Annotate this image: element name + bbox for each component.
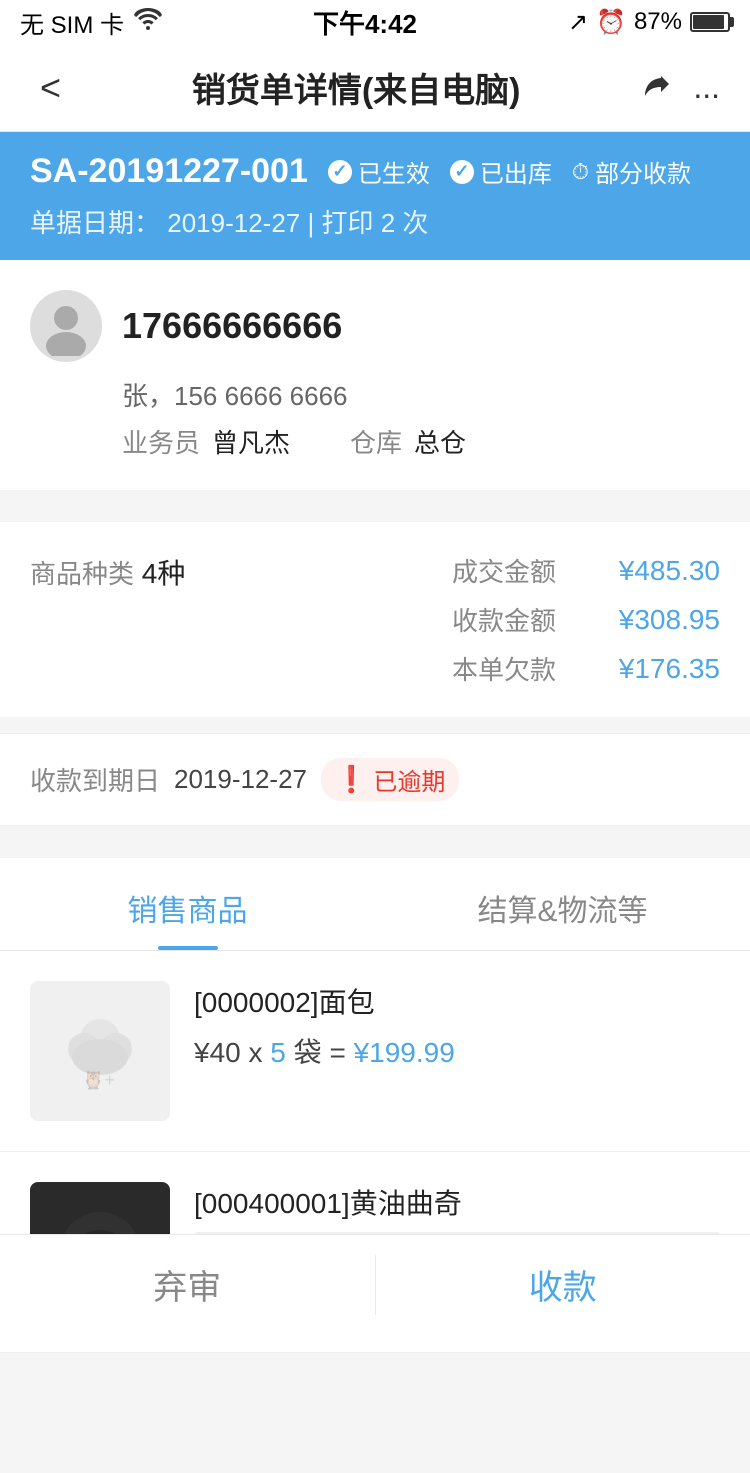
svg-text:🦉+: 🦉+ <box>82 1070 115 1090</box>
separator: | <box>307 208 321 238</box>
status-shipped-label: 已出库 <box>480 154 552 189</box>
staff-label: 业务员 <box>122 423 200 460</box>
page-title: 销货单详情(来自电脑) <box>192 63 521 112</box>
transaction-row: 成交金额 ¥485.30 <box>452 552 720 589</box>
total-1: ¥199.99 <box>354 1037 455 1068</box>
more-button[interactable]: ... <box>693 69 720 106</box>
carrier-text: 无 SIM 卡 <box>20 5 124 40</box>
tab-settlement-label: 结算&物流等 <box>477 895 647 928</box>
summary-category-label: 商品种类 4种 <box>30 552 185 592</box>
summary-right: 成交金额 ¥485.30 收款金额 ¥308.95 本单欠款 ¥176.35 <box>452 552 720 687</box>
banner-date-row: 单据日期： 2019-12-27 | 打印 2 次 <box>30 203 720 240</box>
status-time: 下午4:42 <box>313 4 417 41</box>
product-price-1: ¥40 x 5 袋 = ¥199.99 <box>194 1031 720 1071</box>
status-partial: ⏱ 部分收款 <box>572 154 691 189</box>
status-partial-label: 部分收款 <box>595 154 691 189</box>
summary-left: 商品种类 4种 <box>30 552 185 687</box>
product-name-1: [0000002]面包 <box>194 981 720 1021</box>
print-info: 打印 2 次 <box>321 208 428 238</box>
category-label: 商品种类 <box>30 559 134 589</box>
product-info-1: [0000002]面包 ¥40 x 5 袋 = ¥199.99 <box>194 981 720 1071</box>
abandon-review-button[interactable]: 弃审 <box>0 1240 375 1329</box>
status-right: ↗ ⏰ 87% <box>568 8 730 37</box>
overdue-text: 已逾期 <box>373 762 445 797</box>
banner-status-row: SA-20191227-001 ✓ 已生效 ✓ 已出库 ⏱ 部分收款 <box>30 152 720 191</box>
product-name-2: [000400001]黄油曲奇 <box>194 1182 720 1222</box>
battery-percent: 87% <box>634 8 682 36</box>
due-date-value: 2019-12-27 <box>174 764 307 795</box>
date-label: 单据日期： <box>30 208 160 238</box>
warehouse-label: 仓库 <box>350 423 402 460</box>
status-shipped: ✓ 已出库 <box>450 154 552 189</box>
order-date: 2019-12-27 <box>167 208 300 238</box>
customer-row: 17666666666 <box>30 290 720 362</box>
transaction-label: 成交金额 <box>452 552 556 589</box>
product-item-1: 🦉+ [0000002]面包 ¥40 x 5 袋 = ¥199.99 <box>0 951 750 1152</box>
order-banner: SA-20191227-001 ✓ 已生效 ✓ 已出库 ⏱ 部分收款 单据日期：… <box>0 132 750 260</box>
status-effective-label: 已生效 <box>358 154 430 189</box>
staff-item: 业务员 曾凡杰 <box>122 423 290 460</box>
check-icon-1: ✓ <box>328 160 352 184</box>
check-icon-2: ✓ <box>450 160 474 184</box>
owed-amount: ¥176.35 <box>580 653 720 685</box>
collect-payment-button[interactable]: 收款 <box>376 1240 750 1329</box>
clock-icon: ⏱ <box>572 159 589 185</box>
transaction-amount: ¥485.30 <box>580 555 720 587</box>
back-button[interactable]: < <box>30 57 71 119</box>
due-date-section: 收款到期日 2019-12-27 ❗ 已逾期 <box>0 733 750 826</box>
equals-1: = <box>329 1037 353 1068</box>
summary-section: 商品种类 4种 成交金额 ¥485.30 收款金额 ¥308.95 本单欠款 ¥… <box>0 522 750 717</box>
tab-settlement[interactable]: 结算&物流等 <box>375 858 750 950</box>
price-base-1: ¥40 <box>194 1037 241 1068</box>
wifi-icon <box>134 8 162 37</box>
received-row: 收款金额 ¥308.95 <box>452 601 720 638</box>
battery-icon <box>690 12 730 32</box>
nav-right-actions: ... <box>641 68 720 108</box>
overdue-badge: ❗ 已逾期 <box>321 758 459 801</box>
customer-section: 17666666666 张，156 6666 6666 业务员 曾凡杰 仓库 总… <box>0 260 750 490</box>
divider-1 <box>0 490 750 506</box>
unit-1: 袋 <box>294 1037 322 1068</box>
bottom-spacer <box>0 1353 750 1473</box>
alarm-icon: ⏰ <box>596 8 626 37</box>
staff-name: 曾凡杰 <box>212 423 290 460</box>
received-amount: ¥308.95 <box>580 604 720 636</box>
status-bar: 无 SIM 卡 下午4:42 ↗ ⏰ 87% <box>0 0 750 44</box>
multiply-sign-1: x <box>249 1037 271 1068</box>
owed-label: 本单欠款 <box>452 650 556 687</box>
tab-sales-label: 销售商品 <box>128 895 248 928</box>
divider-2 <box>0 826 750 842</box>
category-count: 4种 <box>142 558 186 589</box>
due-label: 收款到期日 <box>30 761 160 798</box>
customer-meta: 业务员 曾凡杰 仓库 总仓 <box>122 423 720 460</box>
location-icon: ↗ <box>568 8 588 37</box>
tabs-section: 销售商品 结算&物流等 <box>0 858 750 951</box>
status-left: 无 SIM 卡 <box>20 5 162 40</box>
status-effective: ✓ 已生效 <box>328 154 430 189</box>
order-number: SA-20191227-001 <box>30 152 308 191</box>
customer-sub-info: 张，156 6666 6666 <box>122 376 720 413</box>
warehouse-item: 仓库 总仓 <box>350 423 466 460</box>
tab-sales-products[interactable]: 销售商品 <box>0 858 375 950</box>
qty-1: 5 <box>270 1037 286 1068</box>
avatar <box>30 290 102 362</box>
owed-row: 本单欠款 ¥176.35 <box>452 650 720 687</box>
warehouse-name: 总仓 <box>414 423 466 460</box>
bottom-bar: 弃审 收款 <box>0 1234 750 1334</box>
product-image-1: 🦉+ <box>30 981 170 1121</box>
received-label: 收款金额 <box>452 601 556 638</box>
nav-bar: < 销货单详情(来自电脑) ... <box>0 44 750 132</box>
overdue-icon: ❗ <box>335 764 367 795</box>
customer-id: 17666666666 <box>122 305 342 347</box>
share-button[interactable] <box>641 68 673 108</box>
